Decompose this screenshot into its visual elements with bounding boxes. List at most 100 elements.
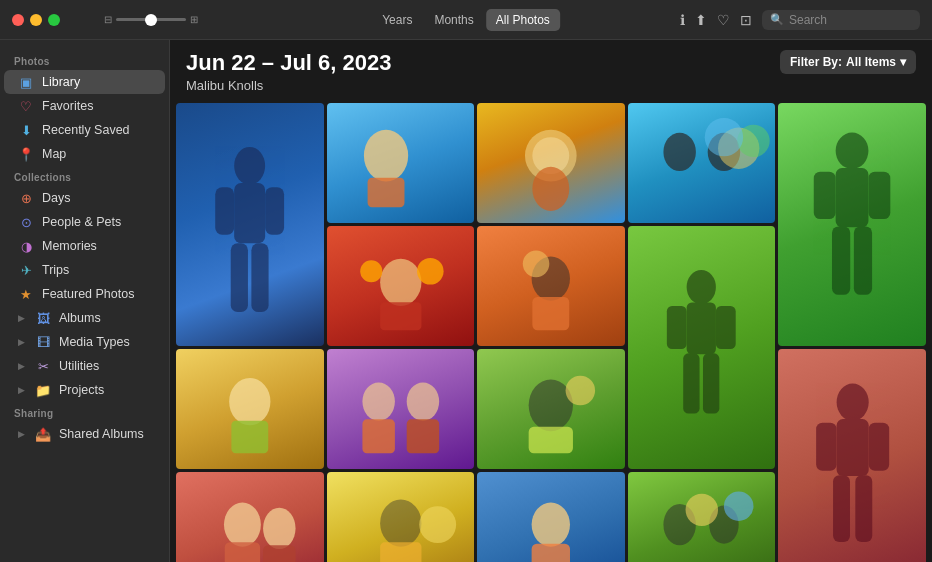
content-header: Jun 22 – Jul 6, 2023 Malibu Knolls Filte…: [170, 40, 932, 99]
search-icon: 🔍: [770, 13, 784, 26]
sidebar-item-shared-albums[interactable]: ▶ 📤 Shared Albums: [4, 422, 165, 446]
svg-rect-55: [380, 543, 421, 562]
memories-icon: ◑: [18, 238, 34, 254]
sidebar-item-days-label: Days: [42, 191, 70, 205]
slideshow-icon[interactable]: ⊡: [740, 12, 752, 28]
svg-point-51: [263, 508, 295, 549]
sidebar: Photos ▣ Library ♡ Favorites ⬇ Recently …: [0, 40, 170, 562]
utilities-icon: ✂: [35, 358, 51, 374]
svg-rect-5: [252, 243, 269, 312]
svg-point-38: [406, 383, 438, 421]
info-icon[interactable]: ℹ: [680, 12, 685, 28]
sidebar-item-days[interactable]: ⊕ Days: [4, 186, 165, 210]
svg-rect-47: [868, 422, 888, 470]
search-input[interactable]: [789, 13, 909, 27]
svg-rect-33: [684, 353, 700, 413]
svg-point-44: [836, 383, 868, 420]
photo-cell[interactable]: [327, 226, 475, 346]
sidebar-item-recently-label: Recently Saved: [42, 123, 130, 137]
svg-rect-49: [855, 475, 872, 542]
albums-chevron-icon: ▶: [18, 313, 25, 323]
zoom-slider[interactable]: [116, 18, 186, 21]
photo-cell[interactable]: [778, 349, 926, 562]
photo-cell[interactable]: [176, 349, 324, 469]
sidebar-item-map-label: Map: [42, 147, 66, 161]
close-button[interactable]: [12, 14, 24, 26]
svg-rect-18: [814, 171, 836, 218]
photo-cell[interactable]: [628, 472, 776, 562]
svg-rect-1: [234, 183, 265, 243]
sharing-section-label: Sharing: [0, 402, 169, 422]
filter-value: All Items: [846, 55, 896, 69]
nav-months-button[interactable]: Months: [424, 9, 483, 31]
sidebar-item-people-label: People & Pets: [42, 215, 121, 229]
collections-section-label: Collections: [0, 166, 169, 186]
sidebar-item-utilities-label: Utilities: [59, 359, 99, 373]
utilities-chevron-icon: ▶: [18, 361, 25, 371]
nav-all-photos-button[interactable]: All Photos: [486, 9, 560, 31]
projects-chevron-icon: ▶: [18, 385, 25, 395]
shared-albums-chevron-icon: ▶: [18, 429, 25, 439]
svg-rect-30: [687, 302, 716, 354]
svg-rect-48: [833, 475, 850, 542]
photo-cell[interactable]: [477, 472, 625, 562]
people-pets-icon: ⊙: [18, 214, 34, 230]
sidebar-item-favorites[interactable]: ♡ Favorites: [4, 94, 165, 118]
svg-rect-58: [532, 544, 570, 562]
photo-cell[interactable]: [477, 103, 625, 223]
sidebar-item-featured-photos[interactable]: ★ Featured Photos: [4, 282, 165, 306]
photo-cell[interactable]: [327, 103, 475, 223]
photo-cell[interactable]: [628, 226, 776, 469]
photo-cell[interactable]: [628, 103, 776, 223]
filter-button[interactable]: Filter By: All Items ▾: [780, 50, 916, 74]
sidebar-item-memories[interactable]: ◑ Memories: [4, 234, 165, 258]
sidebar-item-albums-label: Albums: [59, 311, 101, 325]
svg-point-29: [687, 270, 716, 304]
favorites-icon: ♡: [18, 98, 34, 114]
svg-point-22: [380, 259, 421, 306]
zoom-out-icon: ⊟: [104, 14, 112, 25]
photo-cell[interactable]: [327, 349, 475, 469]
titlebar-right: ℹ ⬆ ♡ ⊡ 🔍: [680, 10, 920, 30]
titlebar: ⊟ ⊞ Years Months All Photos ℹ ⬆ ♡ ⊡ 🔍: [0, 0, 932, 40]
sidebar-item-projects[interactable]: ▶ 📁 Projects: [4, 378, 165, 402]
sidebar-item-library[interactable]: ▣ Library: [4, 70, 165, 94]
svg-rect-36: [231, 421, 268, 453]
maximize-button[interactable]: [48, 14, 60, 26]
svg-rect-40: [406, 420, 438, 454]
svg-point-43: [566, 376, 596, 406]
map-icon: 📍: [18, 146, 34, 162]
photos-section-label: Photos: [0, 50, 169, 70]
svg-point-11: [663, 133, 695, 171]
filter-label: Filter By:: [790, 55, 842, 69]
content-title-block: Jun 22 – Jul 6, 2023 Malibu Knolls: [186, 50, 391, 93]
sidebar-item-albums[interactable]: ▶ 🖼 Albums: [4, 306, 165, 330]
location-subtitle: Malibu Knolls: [186, 78, 391, 93]
minimize-button[interactable]: [30, 14, 42, 26]
sidebar-item-recently-saved[interactable]: ⬇ Recently Saved: [4, 118, 165, 142]
photo-cell[interactable]: [778, 103, 926, 346]
recently-saved-icon: ⬇: [18, 122, 34, 138]
sidebar-item-trips[interactable]: ✈ Trips: [4, 258, 165, 282]
svg-rect-53: [263, 546, 295, 562]
sidebar-item-people-pets[interactable]: ⊙ People & Pets: [4, 210, 165, 234]
share-icon[interactable]: ⬆: [695, 12, 707, 28]
svg-rect-52: [225, 543, 260, 562]
photo-cell[interactable]: [477, 349, 625, 469]
heart-icon[interactable]: ♡: [717, 12, 730, 28]
nav-years-button[interactable]: Years: [372, 9, 422, 31]
projects-icon: 📁: [35, 382, 51, 398]
svg-rect-2: [215, 187, 234, 234]
svg-rect-27: [533, 297, 570, 330]
photo-cell[interactable]: [327, 472, 475, 562]
photo-cell[interactable]: [477, 226, 625, 346]
sidebar-item-featured-label: Featured Photos: [42, 287, 134, 301]
sidebar-item-map[interactable]: 📍 Map: [4, 142, 165, 166]
photo-cell[interactable]: [176, 472, 324, 562]
svg-point-35: [229, 378, 270, 425]
filter-chevron-icon: ▾: [900, 55, 906, 69]
photo-cell[interactable]: [176, 103, 324, 346]
search-box: 🔍: [762, 10, 920, 30]
sidebar-item-utilities[interactable]: ▶ ✂ Utilities: [4, 354, 165, 378]
sidebar-item-media-types[interactable]: ▶ 🎞 Media Types: [4, 330, 165, 354]
